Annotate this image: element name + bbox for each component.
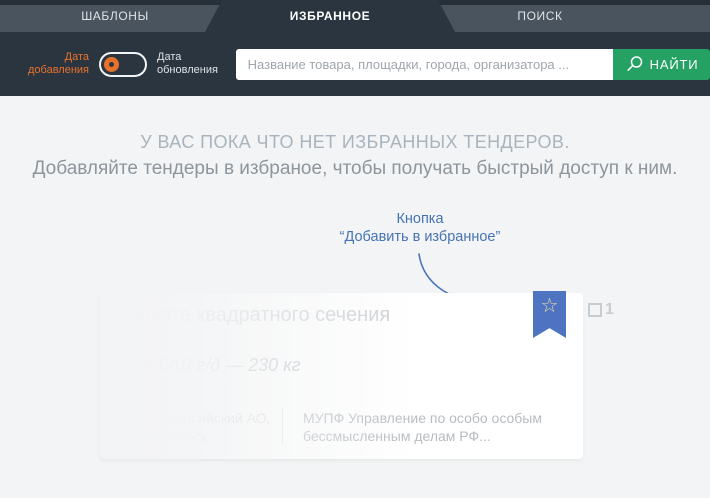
search-button[interactable]: НАЙТИ: [613, 48, 710, 80]
favorites-page: ШАБЛОНЫ ИЗБРАННОЕ ПОИСК Дата добавления …: [0, 0, 710, 498]
sort-by-date-added-label[interactable]: Дата добавления: [28, 51, 89, 77]
add-to-favorites-hint: Кнопка “Добавить в избранное”: [300, 210, 540, 246]
tender-meta-row: Ханты-Мансийский АО, Борисоглебск МУПФ У…: [118, 409, 563, 445]
content-area: У ВАС ПОКА ЧТО НЕТ ИЗБРАННЫХ ТЕНДЕРОВ. Д…: [0, 96, 710, 498]
document-icon: [588, 303, 602, 317]
toggle-knob: [104, 56, 120, 72]
documents-count-badge: 1: [588, 301, 614, 319]
tender-weight: 230 кг: [248, 355, 301, 375]
search-icon: [625, 55, 644, 74]
vertical-divider: [282, 409, 283, 445]
empty-state-title: У ВАС ПОКА ЧТО НЕТ ИЗБРАННЫХ ТЕНДЕРОВ.: [140, 132, 570, 152]
toolbar: Дата добавления Дата обновления НАЙТИ: [0, 32, 710, 96]
sort-by-date-updated-label[interactable]: Дата обновления: [157, 51, 220, 77]
tender-organizer-line1: МУПФ Управление по особо особым: [303, 410, 542, 426]
tender-region-line2: Борисоглебск: [118, 428, 208, 444]
search-bar: НАЙТИ: [235, 48, 710, 80]
hint-line2: “Добавить в избранное”: [339, 229, 501, 245]
tender-organizer-line2: бессмысленным делам РФ...: [303, 428, 491, 444]
header: ШАБЛОНЫ ИЗБРАННОЕ ПОИСК Дата добавления …: [0, 0, 710, 96]
tab-search[interactable]: ПОИСК: [517, 9, 562, 23]
sample-tender-card: проката квадратного сечения 5*4 Б/Ш г/д …: [100, 291, 583, 459]
search-button-label: НАЙТИ: [649, 56, 699, 72]
hint-line1: Кнопка: [396, 211, 444, 227]
tender-organizer: МУПФ Управление по особо особым бессмысл…: [303, 409, 563, 445]
tender-region-line1: Ханты-Мансийский АО,: [118, 410, 271, 426]
toggle-knob-dot: [109, 61, 115, 67]
tab-templates[interactable]: ШАБЛОНЫ: [81, 9, 149, 23]
add-to-favorites-button[interactable]: ☆: [533, 291, 566, 338]
search-input[interactable]: [235, 48, 613, 80]
tender-spec-text: 5*4 Б/Ш г/д —: [126, 355, 249, 375]
tab-bar: ШАБЛОНЫ ИЗБРАННОЕ ПОИСК: [0, 0, 710, 32]
star-icon: ☆: [540, 295, 559, 317]
tender-spec: 5*4 Б/Ш г/д — 230 кг: [126, 355, 301, 376]
empty-state-subtitle: Добавляйте тендеры в избраное, чтобы пол…: [32, 158, 678, 179]
date-sort-toggle[interactable]: [99, 51, 148, 77]
tender-title: проката квадратного сечения: [118, 304, 391, 326]
tab-favorites[interactable]: ИЗБРАННОЕ: [290, 9, 370, 23]
documents-count: 1: [605, 301, 614, 318]
tender-region: Ханты-Мансийский АО, Борисоглебск: [118, 409, 276, 445]
